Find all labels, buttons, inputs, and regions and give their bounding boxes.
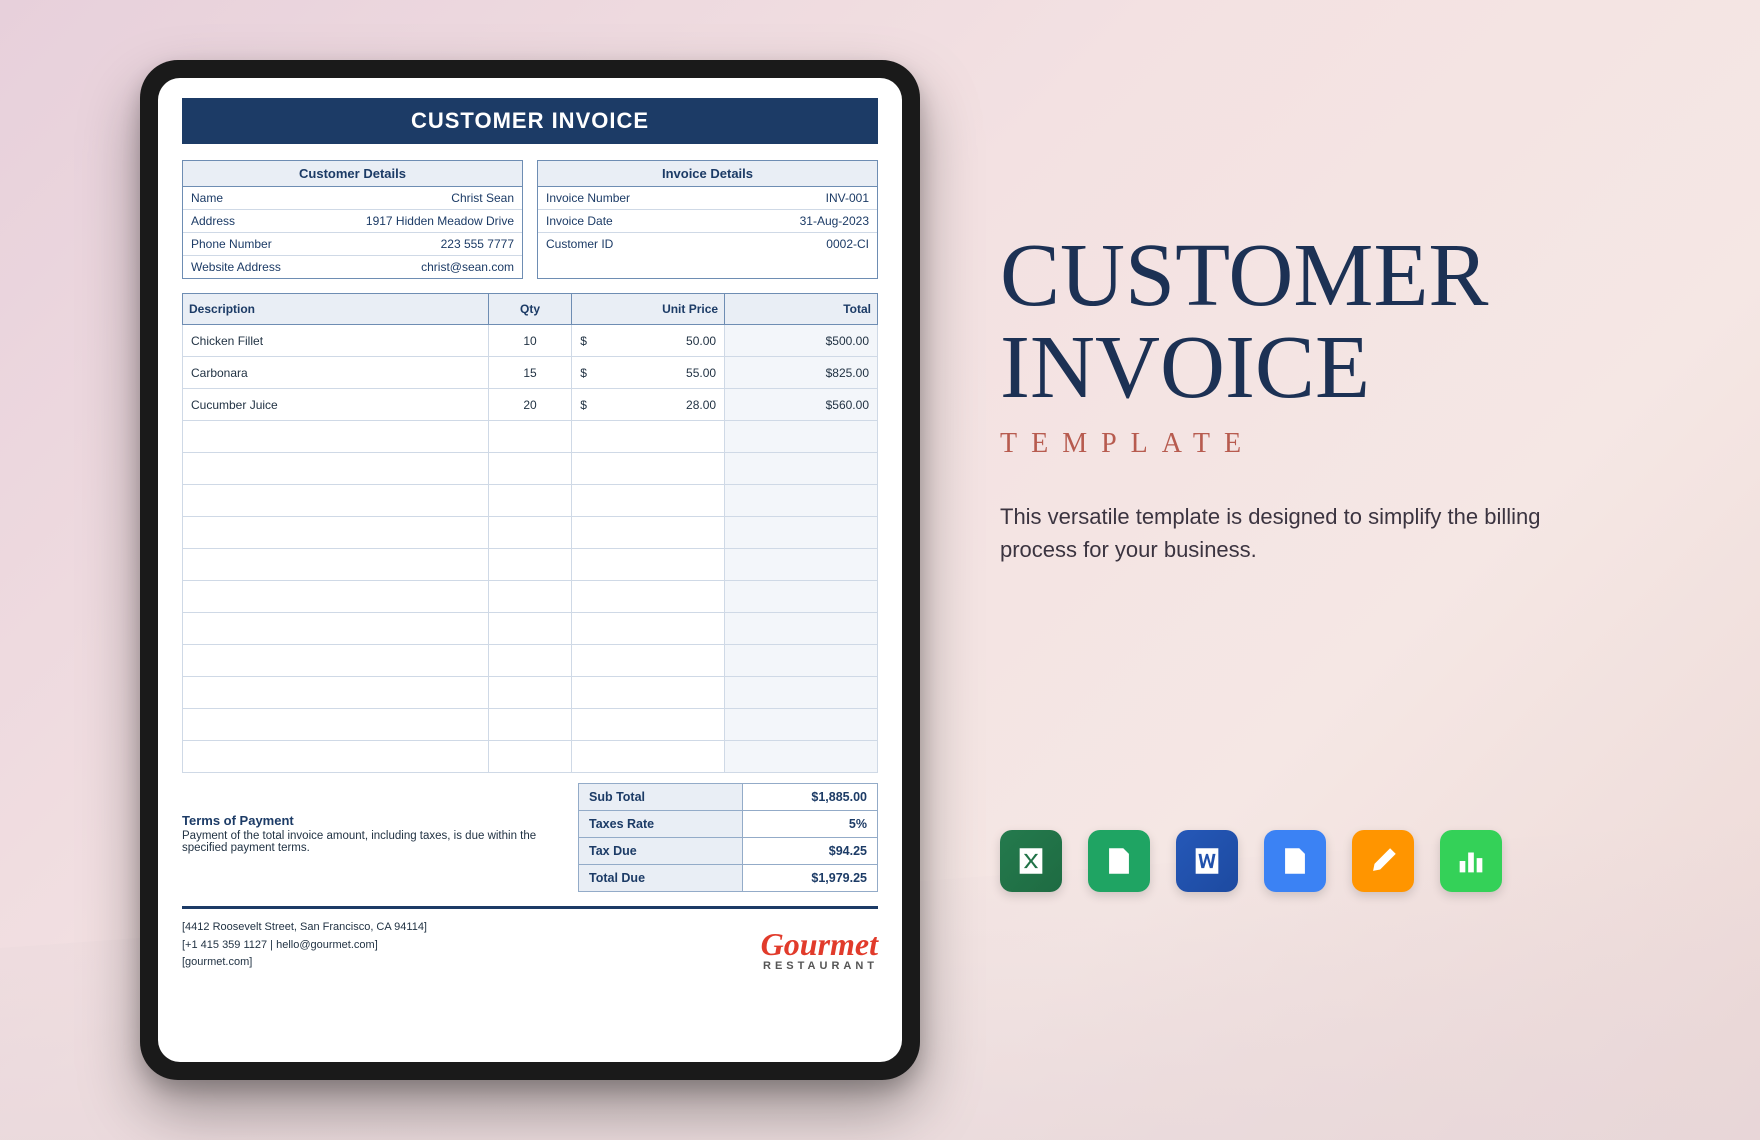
table-row-empty xyxy=(183,709,878,741)
detail-value: christ@sean.com xyxy=(327,260,514,274)
detail-key: Address xyxy=(191,214,327,228)
totals-row: Total Due$1,979.25 xyxy=(579,865,878,892)
totals-value: 5% xyxy=(743,811,878,838)
table-row-empty xyxy=(183,645,878,677)
totals-value: $1,885.00 xyxy=(743,784,878,811)
table-row-empty xyxy=(183,677,878,709)
col-unit-price: Unit Price xyxy=(572,294,725,325)
terms-of-payment: Terms of Payment Payment of the total in… xyxy=(182,783,558,892)
cell-unit-price: $28.00 xyxy=(572,389,725,421)
table-row-empty xyxy=(183,549,878,581)
totals-table: Sub Total$1,885.00Taxes Rate5%Tax Due$94… xyxy=(578,783,878,892)
cell-qty: 20 xyxy=(488,389,571,421)
table-row-empty xyxy=(183,485,878,517)
cell-unit-price: $50.00 xyxy=(572,325,725,357)
cell-description: Carbonara xyxy=(183,357,489,389)
pages-icon xyxy=(1352,830,1414,892)
table-row: Cucumber Juice20$28.00$560.00 xyxy=(183,389,878,421)
excel-icon xyxy=(1000,830,1062,892)
totals-row: Taxes Rate5% xyxy=(579,811,878,838)
promo-title-line2: INVOICE xyxy=(1000,318,1370,417)
totals-label: Taxes Rate xyxy=(579,811,743,838)
totals-label: Total Due xyxy=(579,865,743,892)
detail-key: Name xyxy=(191,191,327,205)
terms-heading: Terms of Payment xyxy=(182,813,558,828)
footer-line: [gourmet.com] xyxy=(182,954,427,972)
detail-value: 1917 Hidden Meadow Drive xyxy=(327,214,514,228)
detail-key: Website Address xyxy=(191,260,327,274)
table-row-empty xyxy=(183,613,878,645)
docs-icon xyxy=(1264,830,1326,892)
document-title: CUSTOMER INVOICE xyxy=(182,98,878,144)
promo-title-line1: CUSTOMER xyxy=(1000,226,1488,325)
table-row-empty xyxy=(183,741,878,773)
brand-block: Gourmet RESTAURANT xyxy=(761,928,878,972)
terms-body: Payment of the total invoice amount, inc… xyxy=(182,830,558,854)
totals-value: $1,979.25 xyxy=(743,865,878,892)
word-icon xyxy=(1176,830,1238,892)
customer-detail-row: Address1917 Hidden Meadow Drive xyxy=(183,210,522,233)
table-row-empty xyxy=(183,517,878,549)
cell-total: $825.00 xyxy=(725,357,878,389)
table-row-empty xyxy=(183,581,878,613)
footer-line: [4412 Roosevelt Street, San Francisco, C… xyxy=(182,919,427,937)
detail-value: INV-001 xyxy=(682,191,869,205)
customer-detail-row: Phone Number223 555 7777 xyxy=(183,233,522,256)
detail-key: Phone Number xyxy=(191,237,327,251)
totals-value: $94.25 xyxy=(743,838,878,865)
invoice-details-heading: Invoice Details xyxy=(538,161,877,187)
customer-details-heading: Customer Details xyxy=(183,161,522,187)
totals-label: Sub Total xyxy=(579,784,743,811)
invoice-details-box: Invoice Details Invoice NumberINV-001Inv… xyxy=(537,160,878,279)
numbers-icon xyxy=(1440,830,1502,892)
format-icons-row xyxy=(1000,830,1502,892)
customer-details-box: Customer Details NameChrist SeanAddress1… xyxy=(182,160,523,279)
cell-qty: 15 xyxy=(488,357,571,389)
items-table: Description Qty Unit Price Total Chicken… xyxy=(182,293,878,773)
cell-total: $560.00 xyxy=(725,389,878,421)
promo-description: This versatile template is designed to s… xyxy=(1000,500,1560,566)
detail-key: Customer ID xyxy=(546,237,682,251)
table-row: Carbonara15$55.00$825.00 xyxy=(183,357,878,389)
brand-subtitle: RESTAURANT xyxy=(761,960,878,972)
table-row: Chicken Fillet10$50.00$500.00 xyxy=(183,325,878,357)
totals-row: Tax Due$94.25 xyxy=(579,838,878,865)
col-qty: Qty xyxy=(488,294,571,325)
cell-unit-price: $55.00 xyxy=(572,357,725,389)
document-footer: [4412 Roosevelt Street, San Francisco, C… xyxy=(182,906,878,972)
brand-name: Gourmet xyxy=(761,928,878,960)
totals-label: Tax Due xyxy=(579,838,743,865)
table-row-empty xyxy=(183,453,878,485)
detail-key: Invoice Number xyxy=(546,191,682,205)
detail-value: 0002-CI xyxy=(682,237,869,251)
promo-block: CUSTOMER INVOICE TEMPLATE This versatile… xyxy=(1000,230,1640,566)
col-total: Total xyxy=(725,294,878,325)
invoice-detail-row: Invoice NumberINV-001 xyxy=(538,187,877,210)
invoice-detail-row: Customer ID0002-CI xyxy=(538,233,877,255)
promo-template-label: TEMPLATE xyxy=(1000,428,1640,460)
cell-description: Chicken Fillet xyxy=(183,325,489,357)
cell-qty: 10 xyxy=(488,325,571,357)
invoice-detail-row: Invoice Date31-Aug-2023 xyxy=(538,210,877,233)
cell-description: Cucumber Juice xyxy=(183,389,489,421)
sheets-icon xyxy=(1088,830,1150,892)
cell-total: $500.00 xyxy=(725,325,878,357)
customer-detail-row: NameChrist Sean xyxy=(183,187,522,210)
detail-value: 223 555 7777 xyxy=(327,237,514,251)
detail-key: Invoice Date xyxy=(546,214,682,228)
tablet-frame: CUSTOMER INVOICE Customer Details NameCh… xyxy=(140,60,920,1080)
customer-detail-row: Website Addresschrist@sean.com xyxy=(183,256,522,278)
detail-value: Christ Sean xyxy=(327,191,514,205)
totals-row: Sub Total$1,885.00 xyxy=(579,784,878,811)
footer-address: [4412 Roosevelt Street, San Francisco, C… xyxy=(182,919,427,972)
table-row-empty xyxy=(183,421,878,453)
invoice-document: CUSTOMER INVOICE Customer Details NameCh… xyxy=(158,78,902,1062)
detail-value: 31-Aug-2023 xyxy=(682,214,869,228)
col-description: Description xyxy=(183,294,489,325)
footer-line: [+1 415 359 1127 | hello@gourmet.com] xyxy=(182,937,427,955)
